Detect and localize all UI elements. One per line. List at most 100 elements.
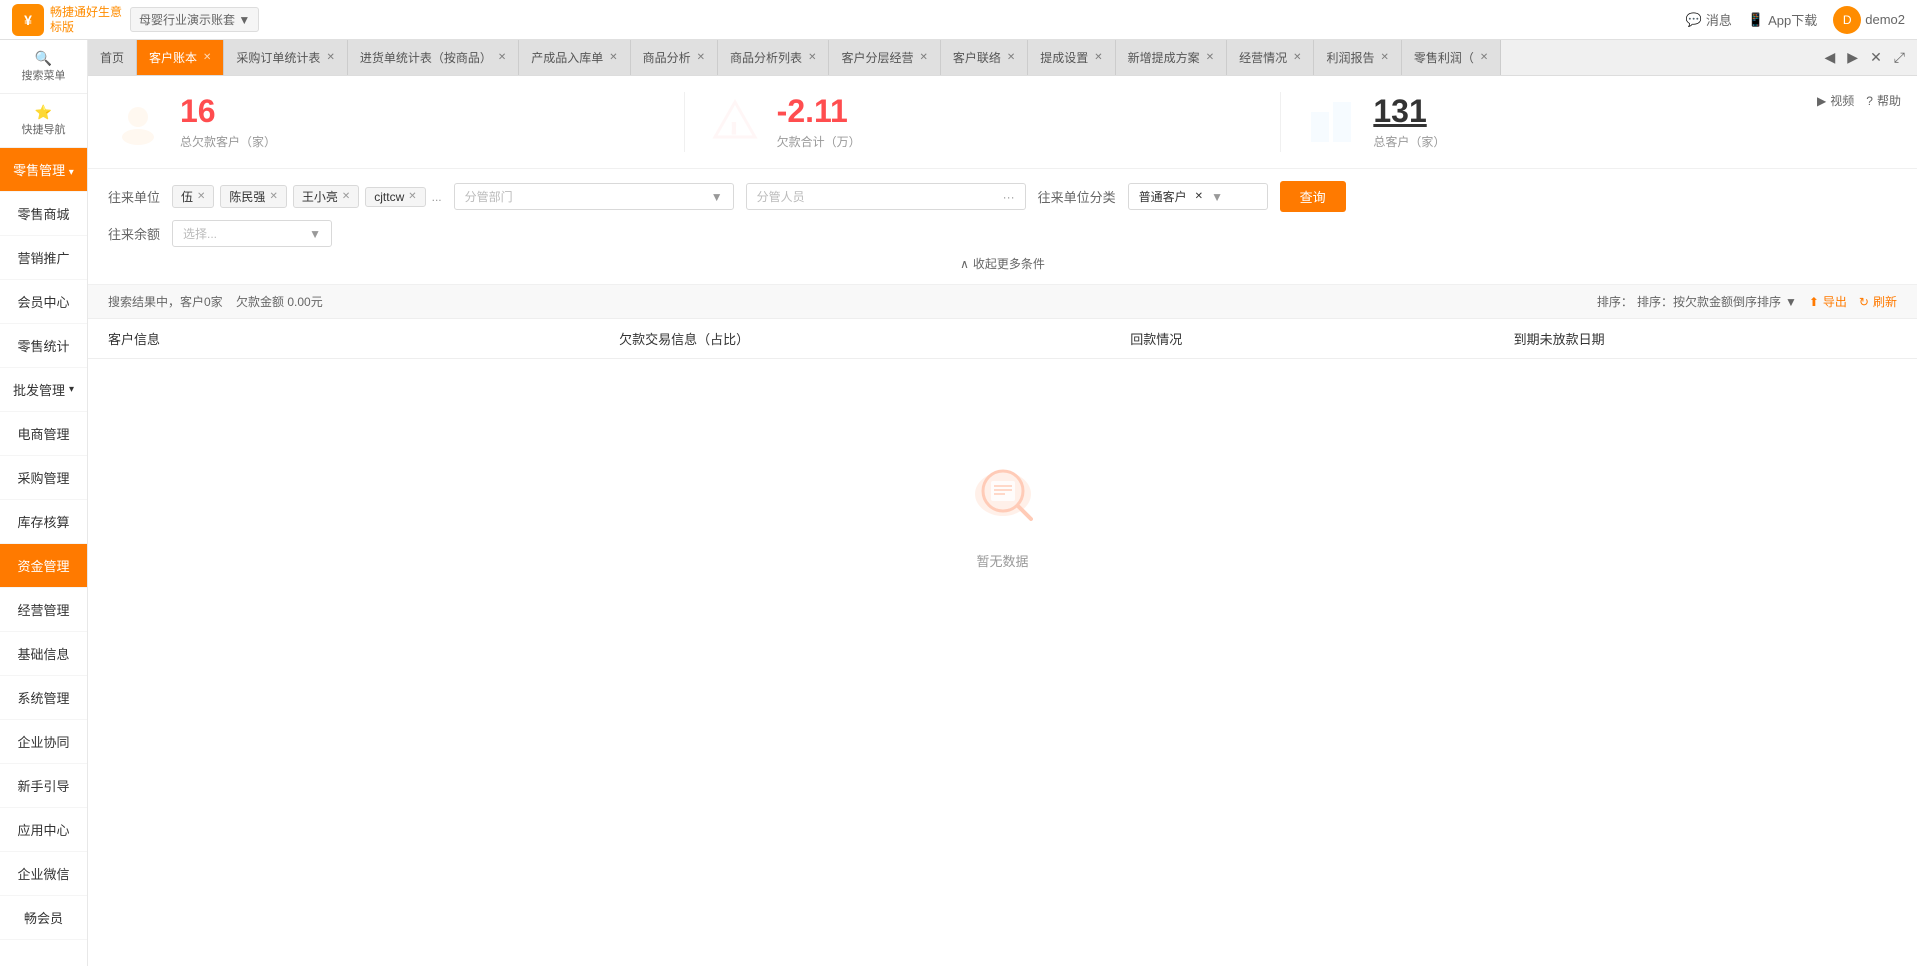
empty-text: 暂无数据 xyxy=(976,551,1028,570)
sidebar-item-app-center[interactable]: 应用中心 xyxy=(0,808,87,852)
tag-cjttcw: cjttcw ✕ xyxy=(365,187,425,207)
sidebar-item-retail-mgmt[interactable]: 零售管理 ▾ xyxy=(0,148,87,192)
main-content: 首页 客户账本 ✕ 采购订单统计表 ✕ 进货单统计表（按商品） ✕ 产成品入库单… xyxy=(88,40,1917,966)
export-btn[interactable]: ⬆ 导出 xyxy=(1809,293,1847,310)
arrears-icon: ! xyxy=(705,92,765,152)
top-bar-right: 💬 消息 📱 App下载 D demo2 xyxy=(1686,6,1905,34)
refresh-btn[interactable]: ↻ 刷新 xyxy=(1859,293,1897,310)
tab-next-btn[interactable]: ▶ xyxy=(1843,47,1862,68)
quick-nav-btn[interactable]: ⭐ 快捷导航 xyxy=(0,94,87,148)
collapse-btn[interactable]: ∧ 收起更多条件 xyxy=(108,255,1897,272)
sidebar-item-system[interactable]: 系统管理 xyxy=(0,676,87,720)
category-select[interactable]: 普通客户 ✕ ▼ xyxy=(1128,183,1268,210)
sidebar-item-inventory[interactable]: 库存核算 xyxy=(0,500,87,544)
tab-close-customer-tier[interactable]: ✕ xyxy=(919,52,927,63)
tab-commission-settings[interactable]: 提成设置 ✕ xyxy=(1028,40,1115,76)
building-icon xyxy=(1301,92,1361,152)
customer-tags: 伍 ✕ 陈民强 ✕ 王小亮 ✕ cjttcw ✕ xyxy=(172,185,442,208)
tab-prev-btn[interactable]: ◀ xyxy=(1821,47,1840,68)
filter-row-1: 往来单位 伍 ✕ 陈民强 ✕ 王小亮 ✕ xyxy=(108,181,1897,212)
sidebar-item-purchase-mgmt[interactable]: 采购管理 xyxy=(0,456,87,500)
tab-close-goods-in-stats[interactable]: ✕ xyxy=(498,52,506,63)
sidebar-item-enterprise-collab[interactable]: 企业协同 xyxy=(0,720,87,764)
results-bar: 搜索结果中，客户0家 欠款金额 0.00元 排序： 排序：按欠款金额倒序排序 ▼… xyxy=(88,285,1917,319)
tab-product-analysis[interactable]: 商品分析 ✕ xyxy=(631,40,718,76)
arrears-value: -2.11 xyxy=(777,95,861,127)
sidebar-item-operations[interactable]: 经营管理 xyxy=(0,588,87,632)
tab-close-product-analysis-list[interactable]: ✕ xyxy=(808,52,816,63)
tab-retail-profit[interactable]: 零售利润（ ✕ xyxy=(1402,40,1501,76)
sidebar-item-finance[interactable]: 资金管理 xyxy=(0,544,87,588)
tab-customer-contact[interactable]: 客户联络 ✕ xyxy=(941,40,1028,76)
category-clear[interactable]: ✕ xyxy=(1195,191,1203,202)
tab-close-product-analysis[interactable]: ✕ xyxy=(697,52,705,63)
tag-wu-close[interactable]: ✕ xyxy=(197,191,205,202)
balance-select[interactable]: 选择... ▼ xyxy=(172,220,332,247)
all-customers-label: 总客户（家） xyxy=(1373,133,1445,150)
app-download-btn[interactable]: 📱 App下载 xyxy=(1748,10,1817,29)
tab-product-analysis-list[interactable]: 商品分析列表 ✕ xyxy=(718,40,829,76)
help-link[interactable]: ? 帮助 xyxy=(1866,92,1901,109)
col-due-date: 到期未放款日期 xyxy=(1514,329,1897,348)
tag-cjttcw-close[interactable]: ✕ xyxy=(408,191,416,202)
tab-goods-in-stats[interactable]: 进货单统计表（按商品） ✕ xyxy=(348,40,519,76)
tab-close-customer-contact[interactable]: ✕ xyxy=(1007,52,1015,63)
tab-close-purchase-order-stats[interactable]: ✕ xyxy=(326,52,334,63)
tab-customer-tier[interactable]: 客户分层经营 ✕ xyxy=(829,40,940,76)
svg-text:!: ! xyxy=(732,120,736,136)
tab-customer-ledger[interactable]: 客户账本 ✕ xyxy=(137,40,224,76)
account-selector[interactable]: 母婴行业演示账套 ▼ xyxy=(130,7,259,32)
tab-add-commission[interactable]: 新增提成方案 ✕ xyxy=(1116,40,1227,76)
balance-filter-label: 往来余额 xyxy=(108,224,160,243)
tab-close-all-btn[interactable]: ✕ xyxy=(1866,47,1886,68)
stat-total-customers: 16 总欠款客户（家） xyxy=(108,92,685,152)
all-customers-value: 131 xyxy=(1373,95,1445,127)
tab-close-add-commission[interactable]: ✕ xyxy=(1206,52,1214,63)
tab-close-retail-profit[interactable]: ✕ xyxy=(1480,52,1488,63)
person-dropdown[interactable]: 分管人员 ··· xyxy=(746,183,1026,210)
filter-more-btn[interactable]: ... xyxy=(432,190,442,204)
sidebar-item-marketing[interactable]: 营销推广 xyxy=(0,236,87,280)
tab-expand-btn[interactable]: ⤢ xyxy=(1890,47,1909,68)
col-customer-info: 客户信息 xyxy=(108,329,619,348)
sidebar-item-vip-member[interactable]: 畅会员 xyxy=(0,896,87,940)
sidebar-item-ecommerce[interactable]: 电商管理 xyxy=(0,412,87,456)
tab-close-business-situation[interactable]: ✕ xyxy=(1293,52,1301,63)
data-table: 客户信息 欠款交易信息（占比） 回款情况 到期未放款日期 xyxy=(88,319,1917,650)
filter-area: 往来单位 伍 ✕ 陈民强 ✕ 王小亮 ✕ xyxy=(88,169,1917,285)
logo-icon: ¥ xyxy=(12,4,44,36)
tab-home[interactable]: 首页 xyxy=(88,40,137,76)
tab-business-situation[interactable]: 经营情况 ✕ xyxy=(1227,40,1314,76)
sidebar-item-beginner-guide[interactable]: 新手引导 xyxy=(0,764,87,808)
sidebar-search-btn[interactable]: 🔍 搜索菜单 xyxy=(0,40,87,94)
sidebar-item-retail-mall[interactable]: 零售商城 xyxy=(0,192,87,236)
user-menu[interactable]: D demo2 xyxy=(1833,6,1905,34)
tag-wu: 伍 ✕ xyxy=(172,185,214,208)
logo-area: ¥ 畅捷通好生意 标版 xyxy=(12,4,122,36)
stat-arrears: ! -2.11 欠款合计（万） xyxy=(705,92,1282,152)
dept-dropdown[interactable]: 分管部门 ▼ xyxy=(454,183,734,210)
tab-production-in[interactable]: 产成品入库单 ✕ xyxy=(519,40,630,76)
sidebar-item-member-center[interactable]: 会员中心 xyxy=(0,280,87,324)
tab-close-production-in[interactable]: ✕ xyxy=(609,52,617,63)
stats-actions: ▶ 视频 ? 帮助 xyxy=(1817,92,1901,109)
sidebar-item-basic-info[interactable]: 基础信息 xyxy=(0,632,87,676)
query-button[interactable]: 查询 xyxy=(1280,181,1346,212)
tab-close-customer-ledger[interactable]: ✕ xyxy=(203,52,211,63)
tab-close-commission-settings[interactable]: ✕ xyxy=(1094,52,1102,63)
sort-btn[interactable]: 排序： 排序：按欠款金额倒序排序 ▼ xyxy=(1597,293,1797,310)
video-link[interactable]: ▶ 视频 xyxy=(1817,92,1854,109)
sidebar-item-enterprise-wechat[interactable]: 企业微信 xyxy=(0,852,87,896)
tab-purchase-order-stats[interactable]: 采购订单统计表 ✕ xyxy=(224,40,347,76)
tab-profit-report[interactable]: 利润报告 ✕ xyxy=(1314,40,1401,76)
top-bar-left: ¥ 畅捷通好生意 标版 母婴行业演示账套 ▼ xyxy=(12,4,259,36)
sidebar-item-wholesale-mgmt[interactable]: 批发管理 ▾ xyxy=(0,368,87,412)
message-btn[interactable]: 💬 消息 xyxy=(1686,10,1732,29)
tab-close-profit-report[interactable]: ✕ xyxy=(1381,52,1389,63)
tag-wang-close[interactable]: ✕ xyxy=(342,191,350,202)
layout: 🔍 搜索菜单 ⭐ 快捷导航 零售管理 ▾ 零售商城 营销推广 会员中心 零售统计… xyxy=(0,0,1917,966)
filter-row-2: 往来余额 选择... ▼ xyxy=(108,220,1897,247)
avatar: D xyxy=(1833,6,1861,34)
sidebar-item-retail-stats[interactable]: 零售统计 xyxy=(0,324,87,368)
tag-chen-close[interactable]: ✕ xyxy=(269,191,277,202)
